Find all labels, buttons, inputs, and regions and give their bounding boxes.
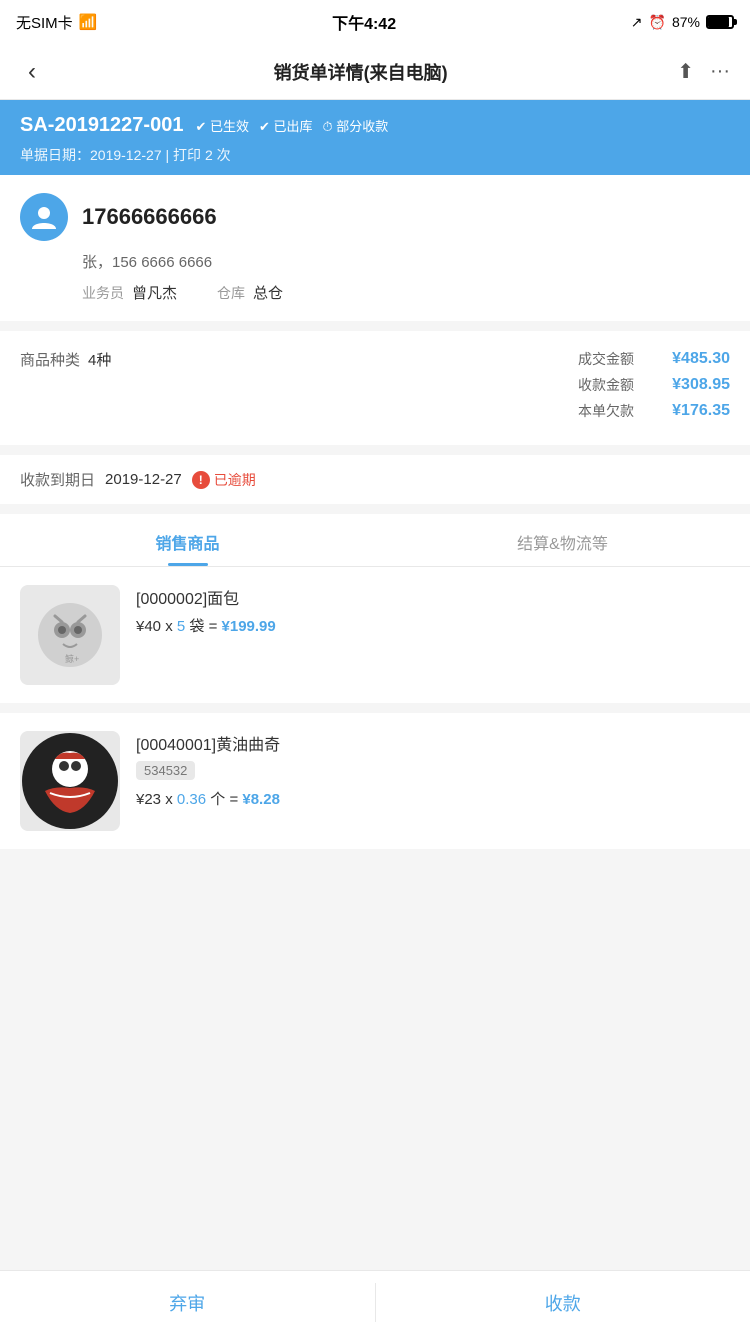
warehouse-value: 总仓 (253, 282, 283, 303)
status-left: 无SIM卡 📶 (16, 12, 97, 33)
cancel-audit-button[interactable]: 弃审 (0, 1271, 375, 1334)
battery-icon (706, 15, 734, 29)
products-list: 鲸+ [0000002]面包 ¥40 x 5 袋 = ¥199.99 (0, 567, 750, 849)
page-title: 销货单详情(来自电脑) (274, 59, 448, 85)
bottom-bar: 弃审 收款 (0, 1270, 750, 1334)
debt-value: ¥176.35 (650, 402, 730, 420)
tab-sales-products[interactable]: 销售商品 (0, 514, 375, 566)
battery-percent: 87% (672, 14, 700, 30)
product-thumbnail: 鲸+ (20, 585, 120, 685)
status-time: 下午4:42 (332, 10, 396, 34)
customer-card: 17666666666 张，156 6666 6666 业务员 曾凡杰 仓库 总… (0, 175, 750, 321)
sales-label: 业务员 (82, 283, 124, 303)
customer-meta: 业务员 曾凡杰 仓库 总仓 (20, 282, 730, 303)
overdue-icon: ! (192, 471, 210, 489)
sales-value: 曾凡杰 (132, 282, 177, 303)
product-item: 鲸+ [0000002]面包 ¥40 x 5 袋 = ¥199.99 (0, 567, 750, 703)
warehouse-label: 仓库 (217, 283, 245, 303)
order-number: SA-20191227-001 (20, 114, 183, 137)
product-thumbnail (20, 731, 120, 831)
badge-shipped: ✔ 已出库 (259, 116, 313, 135)
more-icon[interactable]: ··· (710, 60, 730, 83)
wifi-icon: 📶 (79, 13, 98, 31)
product-info: [00040001]黄油曲奇 534532 ¥23 x 0.36 个 = ¥8.… (136, 731, 730, 809)
due-date-card: 收款到期日 2019-12-27 ! 已逾期 (0, 455, 750, 504)
share-icon[interactable]: ⬆ (677, 59, 694, 84)
due-date-value: 2019-12-27 (105, 471, 182, 488)
status-bar: 无SIM卡 📶 下午4:42 ↗ ⏰ 87% (0, 0, 750, 44)
carrier-text: 无SIM卡 (16, 12, 73, 33)
product-name: [0000002]面包 (136, 585, 730, 609)
status-badges: ✔ 已生效 ✔ 已出库 ⏱ 部分收款 (195, 116, 388, 135)
back-button[interactable]: ‹ (20, 50, 44, 94)
product-sku: 534532 (136, 761, 195, 780)
status-right: ↗ ⏰ 87% (631, 14, 734, 31)
product-name: [00040001]黄油曲奇 (136, 731, 730, 755)
product-total: ¥8.28 (242, 791, 280, 808)
customer-name: 17666666666 (82, 204, 217, 230)
product-total: ¥199.99 (222, 618, 276, 635)
tab-settlement-logistics[interactable]: 结算&物流等 (375, 514, 750, 566)
header-banner: SA-20191227-001 ✔ 已生效 ✔ 已出库 ⏱ 部分收款 单据日期：… (0, 100, 750, 175)
due-label: 收款到期日 (20, 469, 95, 490)
badge-effective: ✔ 已生效 (195, 116, 249, 135)
svg-text:鲸+: 鲸+ (65, 653, 79, 664)
product-price: ¥40 x 5 袋 = ¥199.99 (136, 615, 730, 636)
tabs-bar: 销售商品 结算&物流等 (0, 514, 750, 567)
nav-bar: ‹ 销货单详情(来自电脑) ⬆ ··· (0, 44, 750, 100)
collect-payment-button[interactable]: 收款 (376, 1271, 750, 1334)
amounts-section: 成交金额 ¥485.30 收款金额 ¥308.95 本单欠款 ¥176.35 (578, 349, 730, 427)
product-price: ¥23 x 0.36 个 = ¥8.28 (136, 788, 730, 809)
debt-label: 本单欠款 (578, 401, 634, 421)
nav-actions: ⬆ ··· (677, 59, 730, 84)
product-item: [00040001]黄油曲奇 534532 ¥23 x 0.36 个 = ¥8.… (0, 713, 750, 849)
badge-partial-payment: ⏱ 部分收款 (323, 116, 389, 135)
avatar (20, 193, 68, 241)
order-date: 单据日期：2019-12-27 | 打印 2 次 (20, 145, 730, 165)
received-label: 收款金额 (578, 375, 634, 395)
overdue-badge: ! 已逾期 (192, 470, 256, 490)
received-value: ¥308.95 (650, 376, 730, 394)
types-value: 4种 (88, 349, 111, 370)
product-qty: 0.36 (177, 791, 206, 808)
amount-label: 成交金额 (578, 349, 634, 369)
product-info: [0000002]面包 ¥40 x 5 袋 = ¥199.99 (136, 585, 730, 636)
amount-value: ¥485.30 (650, 350, 730, 368)
customer-detail: 张，156 6666 6666 (20, 251, 730, 272)
alarm-icon: ⏰ (649, 14, 666, 31)
types-label: 商品种类 (20, 349, 80, 370)
location-icon: ↗ (631, 14, 643, 31)
overdue-text: 已逾期 (214, 470, 256, 490)
product-qty: 5 (177, 618, 185, 635)
stats-card: 商品种类 4种 成交金额 ¥485.30 收款金额 ¥308.95 本单欠款 ¥… (0, 331, 750, 445)
